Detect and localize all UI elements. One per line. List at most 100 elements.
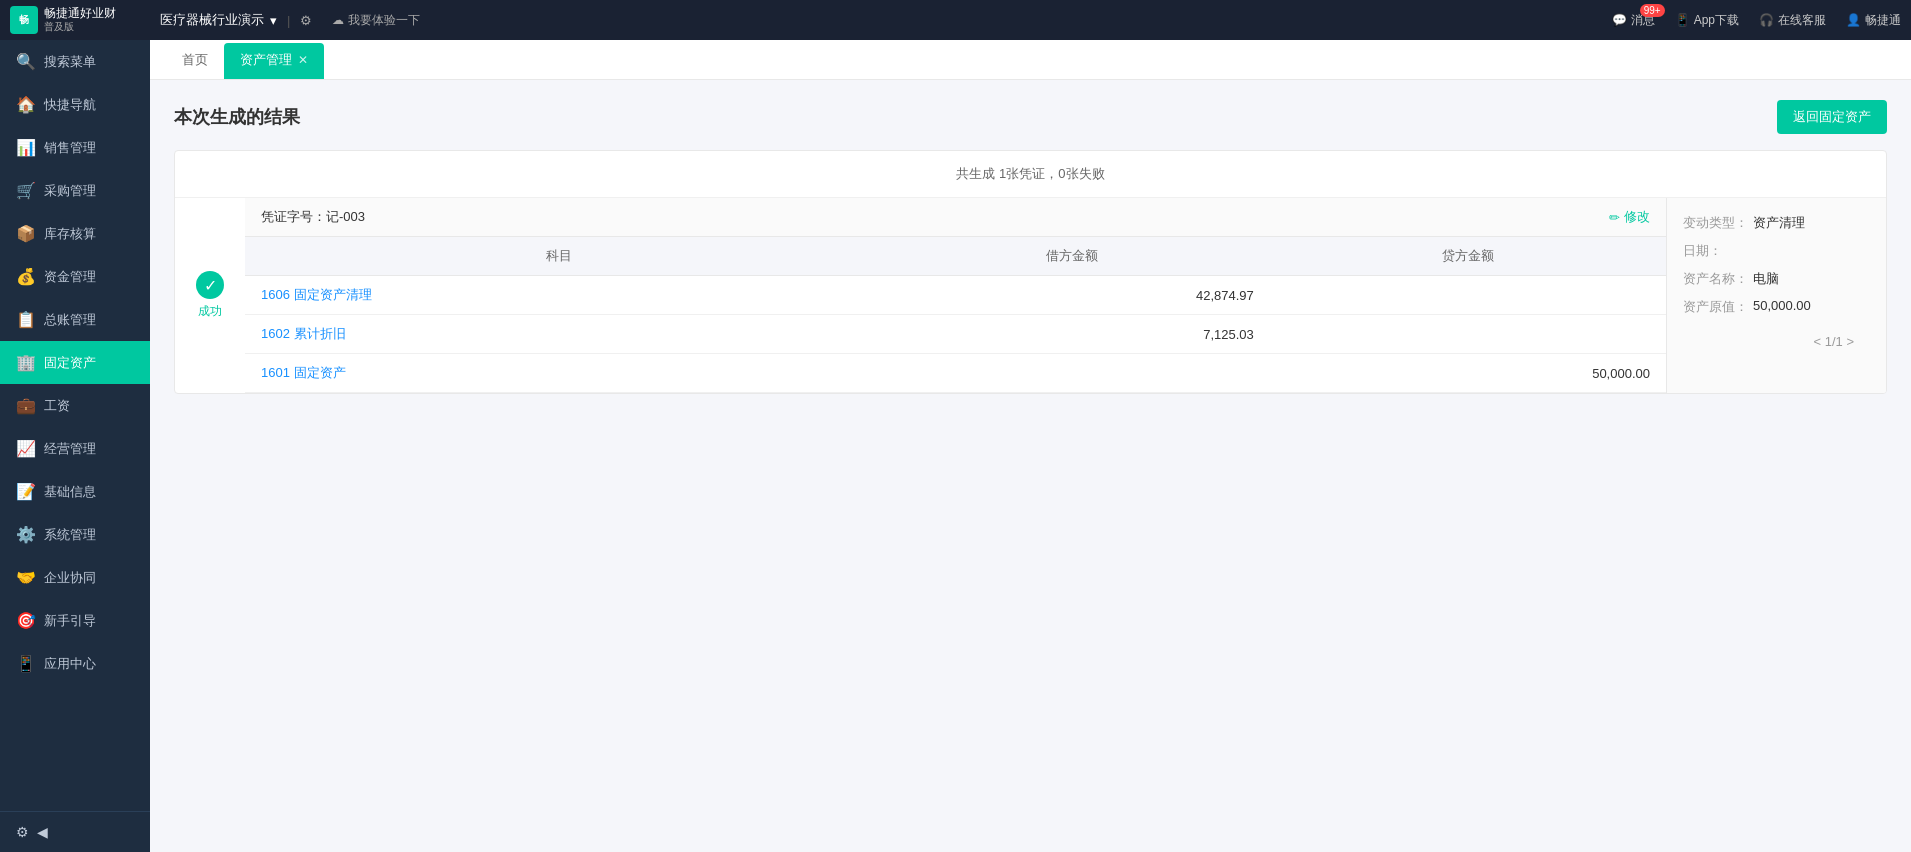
edit-button[interactable]: ✏ 修改 xyxy=(1609,208,1650,226)
guide-icon: 🎯 xyxy=(16,611,36,630)
logo-icon: 畅 xyxy=(10,6,38,34)
company-selector[interactable]: 医疗器械行业演示 ▾ xyxy=(160,11,277,29)
sidebar-item-basicinfo[interactable]: 📝 基础信息 xyxy=(0,470,150,513)
sidebar-item-search[interactable]: 🔍 搜索菜单 xyxy=(0,40,150,83)
return-button[interactable]: 返回固定资产 xyxy=(1777,100,1887,134)
user-btn[interactable]: 👤 畅捷通 xyxy=(1846,12,1901,29)
col-subject: 科目 xyxy=(245,237,874,276)
date-label: 日期： xyxy=(1683,242,1753,260)
headset-icon: 🎧 xyxy=(1759,13,1774,27)
success-text: 成功 xyxy=(198,303,222,320)
tab-assets[interactable]: 资产管理 ✕ xyxy=(224,43,324,79)
sidebar-label-inventory: 库存核算 xyxy=(44,225,96,243)
col-debit: 借方金额 xyxy=(874,237,1270,276)
sidebar-label-finance: 资金管理 xyxy=(44,268,96,286)
result-panel: 共生成 1张凭证，0张失败 ✓ 成功 凭证字号：记-003 xyxy=(174,150,1887,394)
fixedassets-icon: 🏢 xyxy=(16,353,36,372)
sidebar-item-quicknav[interactable]: 🏠 快捷导航 xyxy=(0,83,150,126)
table-row: 1602 累计折旧 7,125.03 xyxy=(245,315,1666,354)
sidebar-label-search: 搜索菜单 xyxy=(44,53,96,71)
sidebar-bottom: ⚙ ◀ xyxy=(0,811,150,852)
voucher-header: 凭证字号：记-003 ✏ 修改 xyxy=(245,198,1666,237)
user-icon: 👤 xyxy=(1846,13,1861,27)
row3-subject: 1601 固定资产 xyxy=(245,354,874,393)
status-column: ✓ 成功 xyxy=(175,198,245,393)
content-area: 首页 资产管理 ✕ 本次生成的结果 返回固定资产 共生成 1张凭证，0张失败 xyxy=(150,40,1911,852)
pagination[interactable]: < 1/1 > xyxy=(1683,326,1870,357)
message-icon: 💬 xyxy=(1612,13,1627,27)
voucher-number: 凭证字号：记-003 xyxy=(261,208,365,226)
row2-subject: 1602 累计折旧 xyxy=(245,315,874,354)
logo-sub: 普及版 xyxy=(44,20,116,34)
sidebar-item-cooperation[interactable]: 🤝 企业协同 xyxy=(0,556,150,599)
row3-debit xyxy=(874,354,1270,393)
page-header: 本次生成的结果 返回固定资产 xyxy=(174,100,1887,134)
experience-link[interactable]: ☁ 我要体验一下 xyxy=(332,12,420,29)
sidebar-item-inventory[interactable]: 📦 库存核算 xyxy=(0,212,150,255)
sidebar-item-guide[interactable]: 🎯 新手引导 xyxy=(0,599,150,642)
voucher-section: ✓ 成功 凭证字号：记-003 ✏ 修改 xyxy=(175,198,1886,393)
summary-text: 共生成 1张凭证，0张失败 xyxy=(956,166,1104,181)
company-name: 医疗器械行业演示 xyxy=(160,11,264,29)
row1-subject: 1606 固定资产清理 xyxy=(245,276,874,315)
sidebar: 🔍 搜索菜单 🏠 快捷导航 📊 销售管理 🛒 采购管理 📦 库存核算 💰 资金管… xyxy=(0,40,150,852)
basicinfo-icon: 📝 xyxy=(16,482,36,501)
appcenter-icon: 📱 xyxy=(16,654,36,673)
change-type-row: 变动类型： 资产清理 xyxy=(1683,214,1870,232)
tab-home-label: 首页 xyxy=(182,52,208,67)
finance-icon: 💰 xyxy=(16,267,36,286)
page-content: 本次生成的结果 返回固定资产 共生成 1张凭证，0张失败 ✓ 成功 xyxy=(150,80,1911,852)
sidebar-item-finance[interactable]: 💰 资金管理 xyxy=(0,255,150,298)
online-service-label: 在线客服 xyxy=(1778,12,1826,29)
tabs-bar: 首页 资产管理 ✕ xyxy=(150,40,1911,80)
tab-assets-label: 资产管理 xyxy=(240,51,292,69)
sidebar-item-fixedassets[interactable]: 🏢 固定资产 xyxy=(0,341,150,384)
sales-icon: 📊 xyxy=(16,138,36,157)
home-icon: 🏠 xyxy=(16,95,36,114)
operations-icon: 📈 xyxy=(16,439,36,458)
sidebar-item-system[interactable]: ⚙️ 系统管理 xyxy=(0,513,150,556)
collapse-icon[interactable]: ◀ xyxy=(37,824,48,840)
sidebar-label-appcenter: 应用中心 xyxy=(44,655,96,673)
settings-icon-btn[interactable]: ⚙ xyxy=(300,13,312,28)
asset-name-label: 资产名称： xyxy=(1683,270,1753,288)
sidebar-item-ledger[interactable]: 📋 总账管理 xyxy=(0,298,150,341)
voucher-right-panel: 变动类型： 资产清理 日期： 资产名称： 电脑 资产原值： xyxy=(1666,198,1886,393)
sidebar-label-operations: 经营管理 xyxy=(44,440,96,458)
change-type-value: 资产清理 xyxy=(1753,214,1805,232)
company-dropdown-icon: ▾ xyxy=(270,13,277,28)
asset-name-value: 电脑 xyxy=(1753,270,1779,288)
row1-debit: 42,874.97 xyxy=(874,276,1270,315)
sidebar-label-cooperation: 企业协同 xyxy=(44,569,96,587)
main-layout: 🔍 搜索菜单 🏠 快捷导航 📊 销售管理 🛒 采购管理 📦 库存核算 💰 资金管… xyxy=(0,40,1911,852)
online-service-btn[interactable]: 🎧 在线客服 xyxy=(1759,12,1826,29)
result-summary: 共生成 1张凭证，0张失败 xyxy=(175,151,1886,198)
app-download-btn[interactable]: 📱 App下载 xyxy=(1675,12,1739,29)
top-bar: 畅 畅捷通好业财 普及版 医疗器械行业演示 ▾ | ⚙ ☁ 我要体验一下 💬 消… xyxy=(0,0,1911,40)
sidebar-item-operations[interactable]: 📈 经营管理 xyxy=(0,427,150,470)
edit-label: 修改 xyxy=(1624,208,1650,226)
tab-home[interactable]: 首页 xyxy=(166,43,224,79)
sidebar-item-sales[interactable]: 📊 销售管理 xyxy=(0,126,150,169)
page-title: 本次生成的结果 xyxy=(174,105,300,129)
sidebar-label-ledger: 总账管理 xyxy=(44,311,96,329)
experience-cloud-icon: ☁ xyxy=(332,13,344,27)
original-value-value: 50,000.00 xyxy=(1753,298,1811,316)
messages-btn[interactable]: 💬 消息 99+ xyxy=(1612,12,1655,29)
user-label: 畅捷通 xyxy=(1865,12,1901,29)
purchase-icon: 🛒 xyxy=(16,181,36,200)
row1-credit xyxy=(1270,276,1666,315)
voucher-number-label: 凭证字号： xyxy=(261,209,326,224)
sidebar-item-purchase[interactable]: 🛒 采购管理 xyxy=(0,169,150,212)
tab-close-icon[interactable]: ✕ xyxy=(298,53,308,67)
sidebar-item-payroll[interactable]: 💼 工资 xyxy=(0,384,150,427)
inventory-icon: 📦 xyxy=(16,224,36,243)
sidebar-label-purchase: 采购管理 xyxy=(44,182,96,200)
messages-badge: 99+ xyxy=(1640,4,1665,17)
sidebar-label-guide: 新手引导 xyxy=(44,612,96,630)
settings-bottom-icon[interactable]: ⚙ xyxy=(16,824,29,840)
original-value-row: 资产原值： 50,000.00 xyxy=(1683,298,1870,316)
sidebar-item-appcenter[interactable]: 📱 应用中心 xyxy=(0,642,150,685)
sidebar-label-fixedassets: 固定资产 xyxy=(44,354,96,372)
voucher-number-value: 记-003 xyxy=(326,209,365,224)
